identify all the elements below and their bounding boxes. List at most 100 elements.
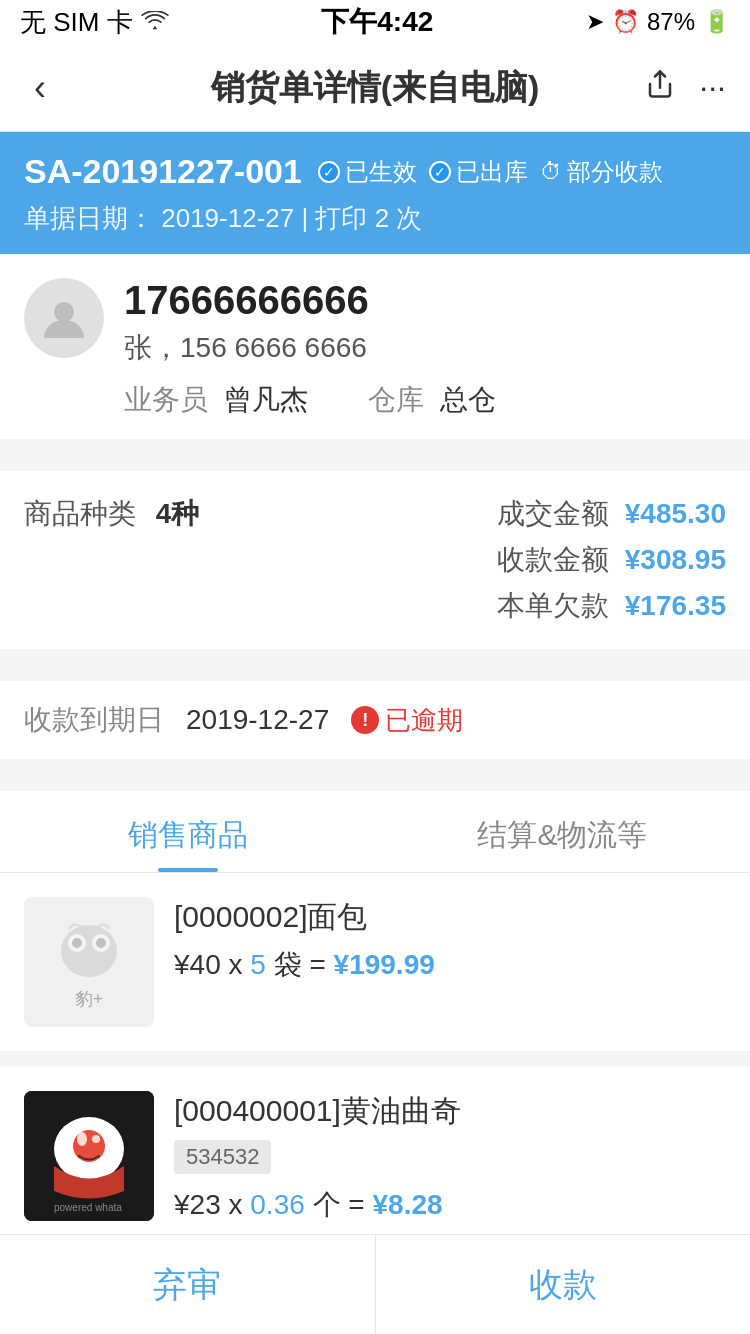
product-price: ¥40 x 5 袋 = ¥199.99 (174, 946, 726, 984)
print-count: 2 (375, 203, 389, 233)
status-shipped-label: 已出库 (456, 156, 528, 188)
product-unit: 袋 (274, 949, 302, 980)
product-qty-2: 0.36 (250, 1189, 305, 1220)
divider-3 (0, 759, 750, 775)
amount-label: 成交金额 (497, 495, 609, 533)
status-active-label: 已生效 (345, 156, 417, 188)
check-icon-2: ✓ (429, 161, 451, 183)
status-right: ➤ ⏰ 87% 🔋 (586, 8, 730, 36)
svg-point-5 (72, 938, 82, 948)
product-item: powered whata [000400001]黄油曲奇 534532 ¥23… (0, 1067, 750, 1248)
svg-text:powered whata: powered whata (54, 1202, 122, 1213)
amount-row: 成交金额 ¥485.30 (497, 495, 726, 533)
amount-value: ¥485.30 (625, 498, 726, 530)
back-button[interactable]: ‹ (24, 57, 56, 119)
customer-meta: 业务员 曾凡杰 仓库 总仓 (124, 381, 726, 419)
product-name-2: [000400001]黄油曲奇 (174, 1091, 726, 1132)
product-total: ¥199.99 (334, 949, 435, 980)
nav-bar: ‹ 销货单详情(来自电脑) ··· (0, 44, 750, 132)
product-sku: 534532 (174, 1140, 271, 1174)
category-label: 商品种类 (24, 498, 136, 529)
status-tags: ✓ 已生效 ✓ 已出库 ⏱ 部分收款 (318, 156, 663, 188)
product-qty: 5 (250, 949, 266, 980)
abandon-button[interactable]: 弃审 (0, 1235, 376, 1334)
order-date-row: 单据日期： 2019-12-27 | 打印 2 次 (24, 201, 726, 236)
product-details: [0000002]面包 ¥40 x 5 袋 = ¥199.99 (174, 897, 726, 984)
svg-point-11 (92, 1135, 100, 1143)
warehouse-info: 仓库 总仓 (368, 381, 496, 419)
owed-value: ¥176.35 (625, 590, 726, 622)
battery-icon: 🔋 (703, 9, 730, 35)
amount-summary: 成交金额 ¥485.30 收款金额 ¥308.95 本单欠款 ¥176.35 (497, 495, 726, 625)
wifi-icon (141, 7, 169, 38)
product-image-placeholder: 豹+ (24, 897, 154, 1027)
received-value: ¥308.95 (625, 544, 726, 576)
status-left: 无 SIM 卡 (20, 5, 169, 40)
check-icon: ✓ (318, 161, 340, 183)
due-label: 收款到期日 (24, 701, 164, 739)
customer-id: 17666666666 (124, 278, 726, 323)
more-button[interactable]: ··· (699, 69, 726, 106)
date-label: 单据日期： (24, 203, 154, 233)
customer-section: 17666666666 张，156 6666 6666 业务员 曾凡杰 仓库 总… (0, 254, 750, 439)
product-list: 豹+ [0000002]面包 ¥40 x 5 袋 = ¥199.99 (0, 873, 750, 1248)
staff-label: 业务员 (124, 384, 208, 415)
location-icon: ➤ (586, 9, 604, 35)
svg-point-9 (73, 1130, 105, 1162)
tab-settlement[interactable]: 结算&物流等 (375, 791, 750, 872)
category-info: 商品种类 4种 (24, 495, 199, 625)
status-tag-partial: ⏱ 部分收款 (540, 156, 663, 188)
svg-point-1 (54, 302, 74, 322)
summary-section: 商品种类 4种 成交金额 ¥485.30 收款金额 ¥308.95 本单欠款 ¥… (0, 471, 750, 649)
product-name: [0000002]面包 (174, 897, 726, 938)
price-base: ¥40 (174, 949, 221, 980)
svg-point-6 (96, 938, 106, 948)
due-section: 收款到期日 2019-12-27 ! 已逾期 (0, 681, 750, 759)
customer-info: 17666666666 张，156 6666 6666 业务员 曾凡杰 仓库 总… (124, 278, 726, 419)
staff-info: 业务员 曾凡杰 (124, 381, 308, 419)
owed-row: 本单欠款 ¥176.35 (497, 587, 726, 625)
owed-label: 本单欠款 (497, 587, 609, 625)
battery-text: 87% (647, 8, 695, 36)
tab-products[interactable]: 销售商品 (0, 791, 375, 872)
product-item: 豹+ [0000002]面包 ¥40 x 5 袋 = ¥199.99 (0, 873, 750, 1051)
page-title: 销货单详情(来自电脑) (211, 65, 540, 111)
product-price-2: ¥23 x 0.36 个 = ¥8.28 (174, 1186, 726, 1224)
overdue-icon: ! (351, 706, 379, 734)
print-label: 打印 (315, 203, 367, 233)
collect-label: 收款 (529, 1262, 597, 1308)
product-name-text: 面包 (307, 900, 367, 933)
svg-point-2 (61, 925, 117, 977)
received-row: 收款金额 ¥308.95 (497, 541, 726, 579)
tab-bar: 销售商品 结算&物流等 (0, 791, 750, 873)
clock-icon: ⏱ (540, 159, 562, 185)
order-date: 2019-12-27 (161, 203, 294, 233)
product-code-2: [000400001] (174, 1094, 341, 1127)
brand-label: 豹+ (75, 987, 104, 1011)
alarm-icon: ⏰ (612, 9, 639, 35)
received-label: 收款金额 (497, 541, 609, 579)
overdue-text: 已逾期 (385, 703, 463, 738)
product-unit-2: 个 (313, 1189, 341, 1220)
status-tag-shipped: ✓ 已出库 (429, 156, 528, 188)
due-date: 2019-12-27 (186, 704, 329, 736)
carrier-text: 无 SIM 卡 (20, 5, 133, 40)
product-details-2: [000400001]黄油曲奇 534532 ¥23 x 0.36 个 = ¥8… (174, 1091, 726, 1224)
time-display: 下午4:42 (321, 3, 433, 41)
category-count: 4种 (156, 498, 200, 529)
warehouse-name: 总仓 (440, 384, 496, 415)
overdue-badge: ! 已逾期 (351, 703, 463, 738)
tab-products-label: 销售商品 (128, 818, 248, 851)
collect-button[interactable]: 收款 (376, 1235, 751, 1334)
price-base-2: ¥23 (174, 1189, 221, 1220)
status-tag-active: ✓ 已生效 (318, 156, 417, 188)
svg-point-10 (77, 1132, 87, 1146)
tab-settlement-label: 结算&物流等 (477, 818, 647, 851)
warehouse-label: 仓库 (368, 384, 424, 415)
nav-actions: ··· (645, 69, 726, 107)
abandon-label: 弃审 (153, 1262, 221, 1308)
product-thumbnail-2: powered whata (24, 1091, 154, 1221)
customer-name-phone: 张，156 6666 6666 (124, 329, 726, 367)
product-name-text-2: 黄油曲奇 (341, 1094, 461, 1127)
share-button[interactable] (645, 69, 675, 107)
